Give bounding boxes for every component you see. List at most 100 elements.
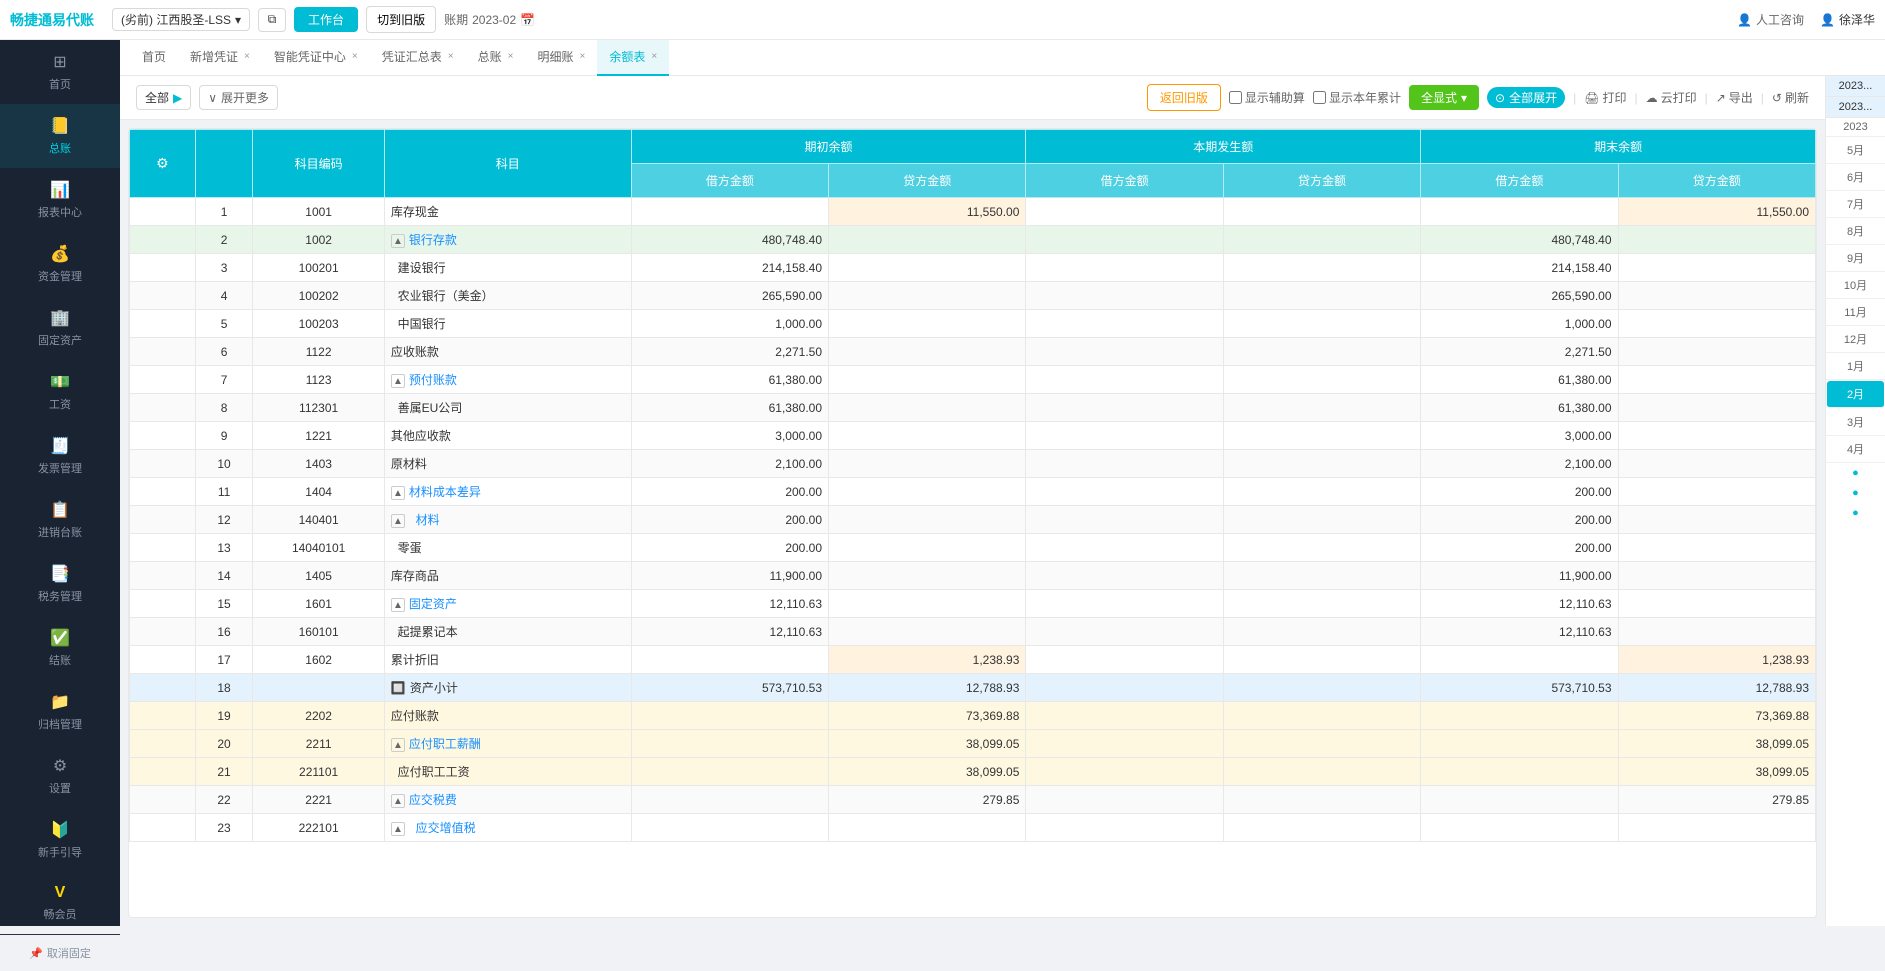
subject-name-link[interactable]: 预付账款 [409,373,457,387]
subject-name-link[interactable]: 应交税费 [409,793,457,807]
sidebar-item-close[interactable]: ✅ 结账 [0,616,120,680]
sidebar-item-tax[interactable]: 📑 税务管理 [0,552,120,616]
print-btn[interactable]: 🖨 打印 [1584,89,1626,106]
sidebar-item-payroll[interactable]: 💵 工资 [0,360,120,424]
right-panel-month-item[interactable]: 5月 [1826,137,1885,164]
right-panel-month-item[interactable]: 10月 [1826,272,1885,299]
table-row: 111404▲材料成本差异200.00200.00 [130,478,1816,506]
expand-more-btn[interactable]: ∨ 展开更多 [199,85,278,110]
format-btn[interactable]: 全显式 ▾ [1409,85,1479,110]
right-panel-month-item[interactable]: 6月 [1826,164,1885,191]
tab-balance-close[interactable]: × [651,51,657,62]
right-panel-dot3[interactable]: ● [1826,503,1885,523]
right-panel-month-item[interactable]: 3月 [1826,409,1885,436]
right-panel-month-item[interactable]: 4月 [1826,436,1885,463]
sidebar-item-settings[interactable]: ⚙ 设置 [0,744,120,808]
subject-name-link[interactable]: 应交增值税 [416,821,476,835]
table-header-row-1: ⚙ 科目编码 科目 期初余额 本期发生额 期末余额 [130,130,1816,164]
tab-voucher-summary[interactable]: 凭证汇总表 × [370,40,466,76]
sidebar-item-member[interactable]: V 畅会员 [0,872,120,934]
sidebar-item-home[interactable]: ⊞ 首页 [0,40,120,104]
workbench-button[interactable]: 工作台 [294,7,358,32]
tab-detail-ledger-close[interactable]: × [579,51,585,62]
tab-general-ledger[interactable]: 总账 × [466,40,526,76]
right-panel-dot2[interactable]: ● [1826,483,1885,503]
sidebar-item-assets[interactable]: 🏢 固定资产 [0,296,120,360]
expand-row-icon[interactable]: ▲ [391,374,405,388]
gear-icon[interactable]: ⚙ [156,155,169,171]
expand-all-toggle[interactable]: ⊙ 全部展开 [1487,87,1565,108]
user-profile-btn[interactable]: 👤 徐泽华 [1820,11,1875,28]
tab-new-voucher[interactable]: 新增凭证 × [178,40,262,76]
sidebar-label-invoice: 发票管理 [38,460,82,476]
subject-name-label: 其他应收款 [391,429,451,443]
sidebar-item-invoice[interactable]: 🧾 发票管理 [0,424,120,488]
curr-credit-cell [1223,730,1420,758]
row-name-cell: ▲ 预付账款 [384,366,631,394]
end-credit-cell: 11,550.00 [1618,198,1815,226]
expand-row-icon[interactable]: ▲ [391,738,405,752]
tab-general-ledger-close[interactable]: × [508,51,514,62]
expand-row-icon[interactable]: ▲ [391,234,405,248]
filter-select[interactable]: 全部 ▶ [136,85,191,110]
auxiliary-checkbox-input[interactable] [1229,91,1242,104]
ytd-checkbox-input[interactable] [1313,91,1326,104]
subject-name-label: 建设银行 [398,261,446,275]
subject-name-label: 农业银行（美金） [398,289,494,303]
right-panel-months: 20235月6月7月8月9月10月11月12月1月2月3月4月 [1826,118,1885,463]
company-selector[interactable]: (劣前) 江西股圣-LSS ▾ [112,8,250,31]
row-number-cell: 18 [195,674,253,702]
subject-name-label: 中国银行 [398,317,446,331]
sidebar-item-funds[interactable]: 💰 资金管理 [0,232,120,296]
right-panel-month-item[interactable]: 1月 [1826,353,1885,380]
expand-row-icon[interactable]: ▲ [391,822,405,836]
expand-row-icon[interactable]: ▲ [391,794,405,808]
sidebar-item-reports[interactable]: 📊 报表中心 [0,168,120,232]
subject-name-link[interactable]: 应付职工薪酬 [409,737,481,751]
subject-name-link[interactable]: 材料成本差异 [409,485,481,499]
right-panel-month-item[interactable]: 11月 [1826,299,1885,326]
show-auxiliary-checkbox[interactable]: 显示辅助算 [1229,89,1305,106]
right-panel-month-item[interactable]: 8月 [1826,218,1885,245]
sidebar-label-home: 首页 [49,76,71,92]
expand-row-icon[interactable]: ▲ [391,598,405,612]
expand-row-icon[interactable]: ▲ [391,514,405,528]
right-panel-month-item[interactable]: 9月 [1826,245,1885,272]
show-ytd-checkbox[interactable]: 显示本年累计 [1313,89,1401,106]
tab-voucher-summary-close[interactable]: × [448,51,454,62]
right-panel-dot1[interactable]: ● [1826,463,1885,483]
sidebar-item-guide[interactable]: 🔰 新手引导 [0,808,120,872]
sidebar-item-sales[interactable]: 📋 进销台账 [0,488,120,552]
tab-detail-ledger[interactable]: 明细账 × [525,40,597,76]
right-panel-month-item[interactable]: 7月 [1826,191,1885,218]
tab-home[interactable]: 首页 [130,40,178,76]
expand-row-icon[interactable]: ▲ [391,486,405,500]
subject-name-link[interactable]: 材料 [416,513,440,527]
tab-balance[interactable]: 余额表 × [597,40,669,76]
cloud-print-btn[interactable]: ☁ 云打印 [1646,89,1697,106]
sidebar-label-assets: 固定资产 [38,332,82,348]
export-btn[interactable]: ↗ 导出 [1716,89,1753,106]
customer-service-btn[interactable]: 👤 人工咨询 [1737,11,1804,28]
tab-smart-voucher-close[interactable]: × [352,51,358,62]
sidebar-item-archive[interactable]: 📁 归档管理 [0,680,120,744]
right-panel-month-item[interactable]: 12月 [1826,326,1885,353]
return-old-btn[interactable]: 返回旧版 [1147,84,1221,111]
company-name: (劣前) 江西股圣-LSS [121,11,231,28]
refresh-btn[interactable]: ↺ 刷新 [1772,89,1809,106]
tab-new-voucher-close[interactable]: × [244,51,250,62]
tab-smart-voucher[interactable]: 智能凭证中心 × [262,40,370,76]
subject-name-link[interactable]: 银行存款 [409,233,457,247]
curr-credit-header: 贷方金额 [1223,164,1420,198]
row-number-cell: 16 [195,618,253,646]
sidebar-label-funds: 资金管理 [38,268,82,284]
unpin-button[interactable]: 📌 取消固定 [0,935,120,971]
sidebar-item-ledger[interactable]: 📒 总账 [0,104,120,168]
curr-credit-cell [1223,590,1420,618]
period-debit-cell [631,786,828,814]
sidebar-label-reports: 报表中心 [38,204,82,220]
right-panel-month-item[interactable]: 2月 [1827,381,1884,408]
copy-button[interactable]: ⧉ [258,8,286,32]
version-button[interactable]: 切到旧版 [366,6,436,33]
subject-name-link[interactable]: 固定资产 [409,597,457,611]
